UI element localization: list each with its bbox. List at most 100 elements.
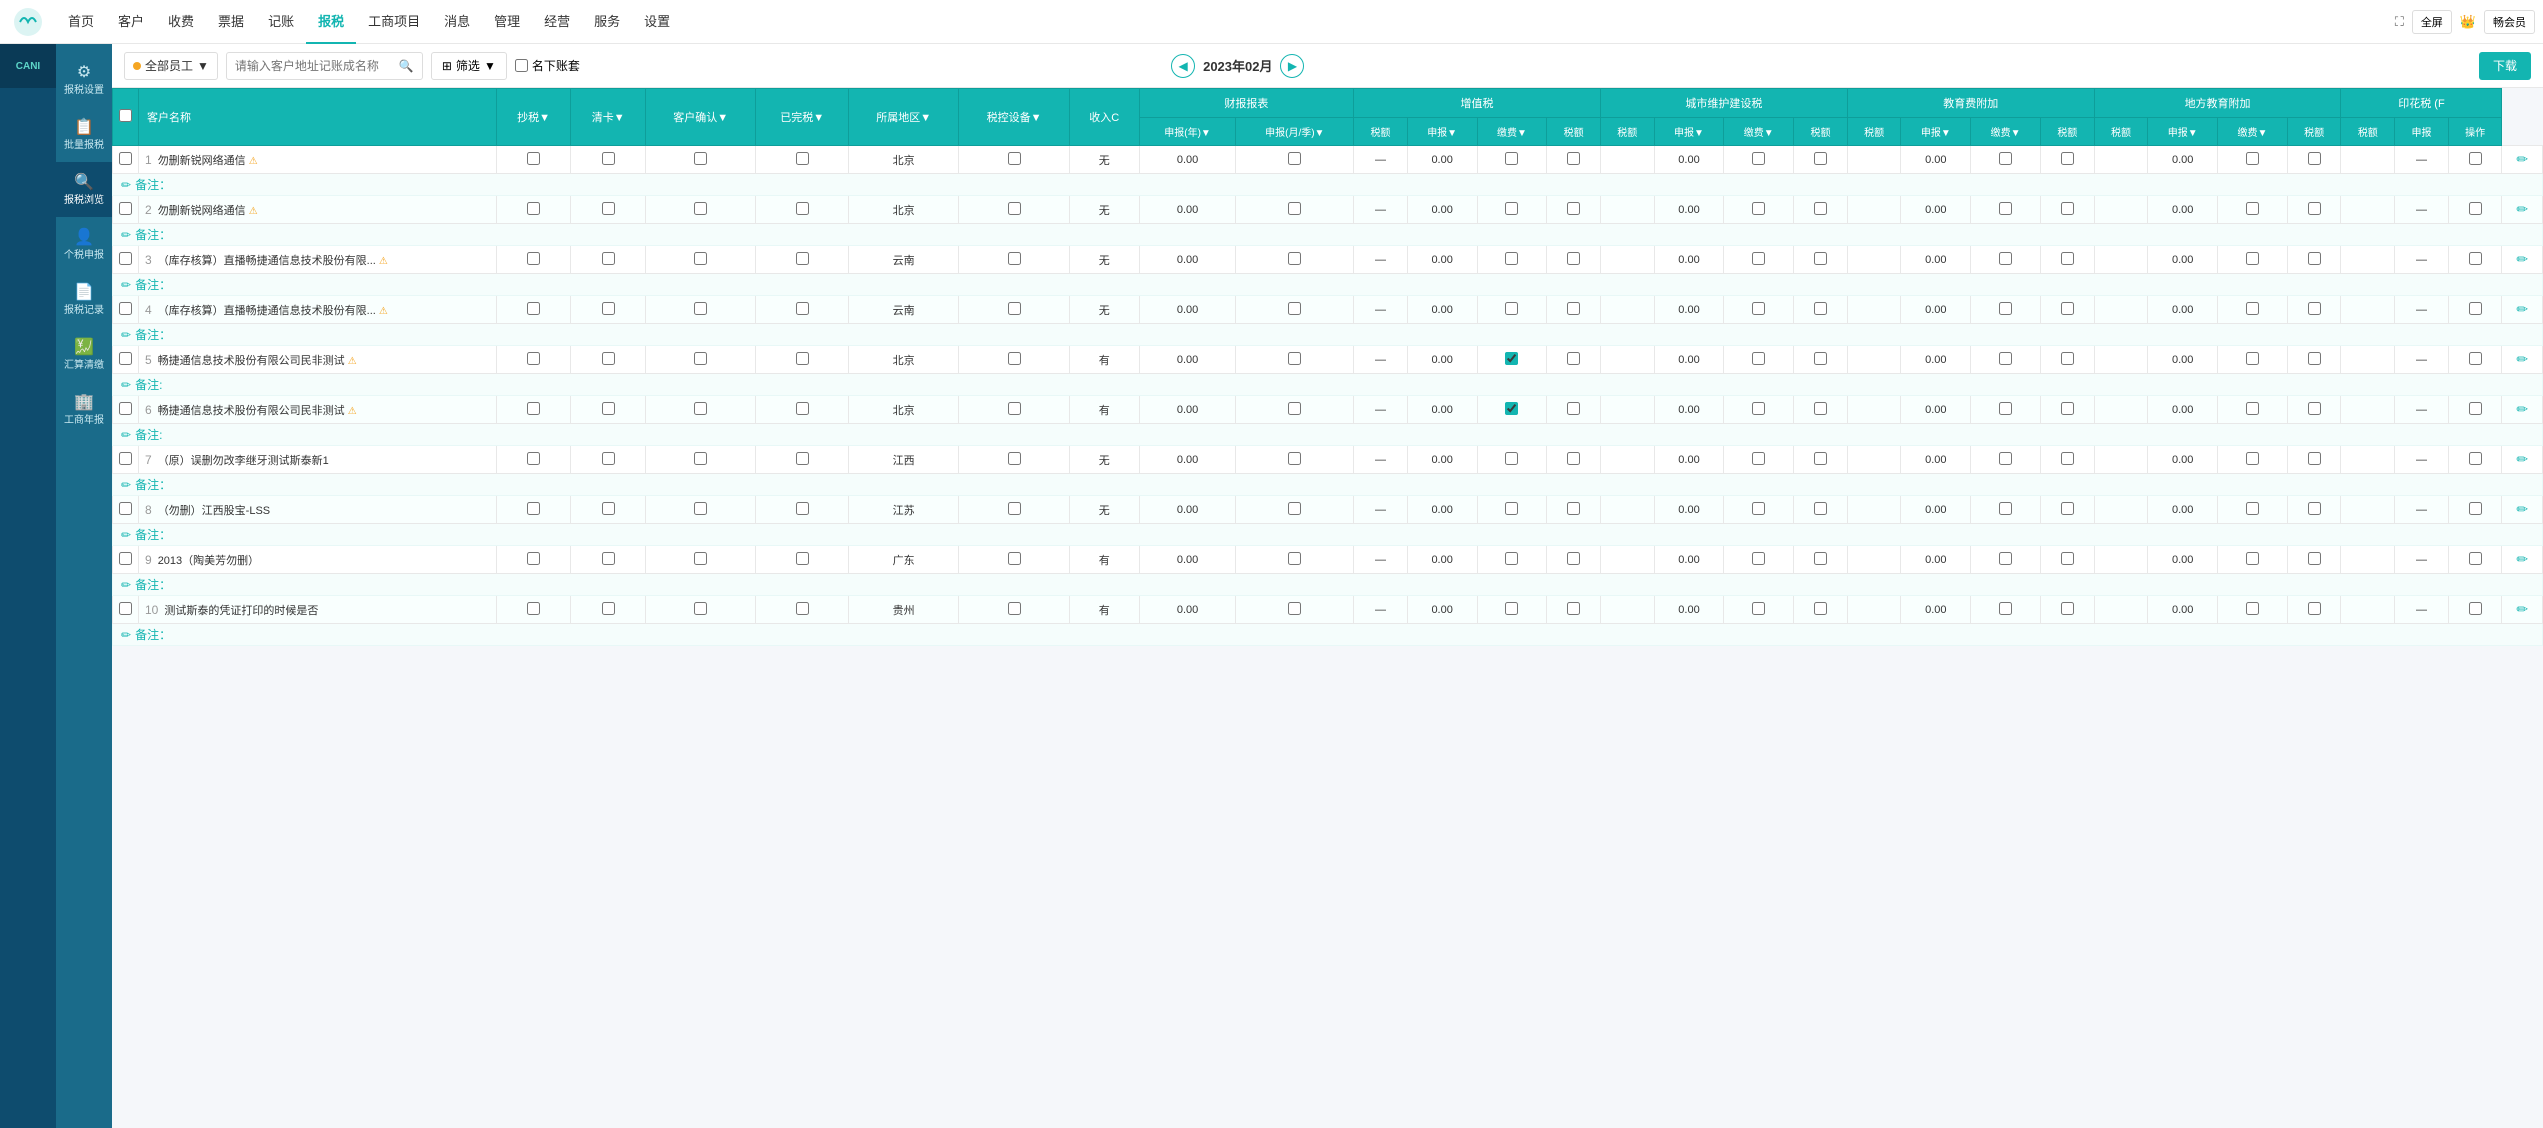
stamp-sub-checkbox[interactable] <box>2469 502 2482 515</box>
edu-sub-checkbox[interactable] <box>2061 552 2074 565</box>
edu-sub-checkbox[interactable] <box>1999 302 2012 315</box>
city-sub-checkbox[interactable] <box>1752 352 1765 365</box>
clear-card-checkbox[interactable] <box>602 502 615 515</box>
row-checkbox[interactable] <box>119 302 132 315</box>
nav-customer[interactable]: 客户 <box>106 0 156 44</box>
table-container[interactable]: 客户名称 抄税▼ 清卡▼ 客户确认▼ 已完税▼ 所属地区▼ 税控设备▼ 收入C … <box>112 88 2543 1128</box>
clear-card-checkbox[interactable] <box>602 402 615 415</box>
vat-sub-checkbox[interactable] <box>1505 252 1518 265</box>
sidebar-item-personal-tax[interactable]: 👤 个税申报 <box>56 217 112 272</box>
edu-sub-checkbox[interactable] <box>1999 352 2012 365</box>
edit-icon[interactable]: ✏ <box>2516 251 2528 267</box>
tax-device-checkbox[interactable] <box>1008 252 1021 265</box>
nav-invoice[interactable]: 票据 <box>206 0 256 44</box>
annual-checkbox[interactable] <box>1288 552 1301 565</box>
edu-sub-checkbox[interactable] <box>2061 452 2074 465</box>
tax-device-checkbox[interactable] <box>1008 602 1021 615</box>
city-sub-checkbox[interactable] <box>1752 302 1765 315</box>
tax-device-checkbox[interactable] <box>1008 452 1021 465</box>
copy-tax-checkbox[interactable] <box>527 152 540 165</box>
vat-sub-checkbox[interactable] <box>1567 152 1580 165</box>
edu-sub-checkbox[interactable] <box>1999 202 2012 215</box>
confirm-checkbox[interactable] <box>694 402 707 415</box>
local-edu-sub-checkbox[interactable] <box>2308 502 2321 515</box>
vat-sub-checkbox[interactable] <box>1505 602 1518 615</box>
confirm-checkbox[interactable] <box>694 302 707 315</box>
local-edu-sub-checkbox[interactable] <box>2308 302 2321 315</box>
nav-tax[interactable]: 报税 <box>306 0 356 44</box>
paid-checkbox[interactable] <box>796 502 809 515</box>
local-edu-sub-checkbox[interactable] <box>2246 252 2259 265</box>
city-sub-checkbox[interactable] <box>1814 152 1827 165</box>
local-edu-sub-checkbox[interactable] <box>2246 602 2259 615</box>
vat-sub-checkbox[interactable] <box>1505 452 1518 465</box>
vat-sub-checkbox[interactable] <box>1567 252 1580 265</box>
edu-sub-checkbox[interactable] <box>2061 602 2074 615</box>
nav-bookkeep[interactable]: 记账 <box>256 0 306 44</box>
stamp-sub-checkbox[interactable] <box>2469 252 2482 265</box>
local-edu-sub-checkbox[interactable] <box>2246 552 2259 565</box>
edu-sub-checkbox[interactable] <box>2061 502 2074 515</box>
sidebar-item-annual-report[interactable]: 🏢 工商年报 <box>56 382 112 437</box>
row-checkbox[interactable] <box>119 252 132 265</box>
confirm-checkbox[interactable] <box>694 252 707 265</box>
stamp-sub-checkbox[interactable] <box>2469 602 2482 615</box>
copy-tax-checkbox[interactable] <box>527 452 540 465</box>
stamp-sub-checkbox[interactable] <box>2469 152 2482 165</box>
vat-sub-checkbox[interactable] <box>1567 402 1580 415</box>
sidebar-item-batch-tax[interactable]: 📋 批量报税 <box>56 107 112 162</box>
annual-checkbox[interactable] <box>1288 402 1301 415</box>
edu-sub-checkbox[interactable] <box>1999 552 2012 565</box>
stamp-sub-checkbox[interactable] <box>2469 302 2482 315</box>
next-month-button[interactable]: ▶ <box>1280 54 1304 78</box>
accounts-checkbox-label[interactable]: 名下账套 <box>515 57 580 74</box>
annual-checkbox[interactable] <box>1288 502 1301 515</box>
edit-icon[interactable]: ✏ <box>2516 451 2528 467</box>
download-button[interactable]: 下载 <box>2479 52 2531 80</box>
annual-checkbox[interactable] <box>1288 152 1301 165</box>
edit-remark-icon[interactable]: ✏ <box>121 328 131 342</box>
row-checkbox[interactable] <box>119 202 132 215</box>
prev-month-button[interactable]: ◀ <box>1171 54 1195 78</box>
nav-manage[interactable]: 管理 <box>482 0 532 44</box>
fullscreen-button[interactable]: 全屏 <box>2412 10 2452 34</box>
city-sub-checkbox[interactable] <box>1814 452 1827 465</box>
confirm-checkbox[interactable] <box>694 202 707 215</box>
city-sub-checkbox[interactable] <box>1752 602 1765 615</box>
edu-sub-checkbox[interactable] <box>1999 402 2012 415</box>
local-edu-sub-checkbox[interactable] <box>2246 402 2259 415</box>
paid-checkbox[interactable] <box>796 252 809 265</box>
city-sub-checkbox[interactable] <box>1752 202 1765 215</box>
edit-remark-icon[interactable]: ✏ <box>121 278 131 292</box>
copy-tax-checkbox[interactable] <box>527 252 540 265</box>
nav-business[interactable]: 工商项目 <box>356 0 432 44</box>
vip-button[interactable]: 畅会员 <box>2484 10 2535 34</box>
vat-sub-checkbox[interactable] <box>1567 602 1580 615</box>
edu-sub-checkbox[interactable] <box>1999 252 2012 265</box>
confirm-checkbox[interactable] <box>694 552 707 565</box>
edit-remark-icon[interactable]: ✏ <box>121 628 131 642</box>
stamp-sub-checkbox[interactable] <box>2469 202 2482 215</box>
city-sub-checkbox[interactable] <box>1814 252 1827 265</box>
clear-card-checkbox[interactable] <box>602 202 615 215</box>
local-edu-sub-checkbox[interactable] <box>2246 452 2259 465</box>
local-edu-sub-checkbox[interactable] <box>2308 552 2321 565</box>
edit-remark-icon[interactable]: ✏ <box>121 428 131 442</box>
edu-sub-checkbox[interactable] <box>1999 452 2012 465</box>
vat-sub-checkbox[interactable] <box>1505 152 1518 165</box>
annual-checkbox[interactable] <box>1288 202 1301 215</box>
row-checkbox[interactable] <box>119 602 132 615</box>
copy-tax-checkbox[interactable] <box>527 352 540 365</box>
vat-sub-checkbox[interactable] <box>1505 402 1518 415</box>
edu-sub-checkbox[interactable] <box>1999 502 2012 515</box>
sidebar-item-tax-browse[interactable]: 🔍 报税浏览 <box>56 162 112 217</box>
city-sub-checkbox[interactable] <box>1814 502 1827 515</box>
copy-tax-checkbox[interactable] <box>527 202 540 215</box>
clear-card-checkbox[interactable] <box>602 602 615 615</box>
annual-checkbox[interactable] <box>1288 302 1301 315</box>
edu-sub-checkbox[interactable] <box>2061 152 2074 165</box>
nav-settings[interactable]: 设置 <box>632 0 682 44</box>
confirm-checkbox[interactable] <box>694 602 707 615</box>
city-sub-checkbox[interactable] <box>1752 152 1765 165</box>
city-sub-checkbox[interactable] <box>1752 502 1765 515</box>
